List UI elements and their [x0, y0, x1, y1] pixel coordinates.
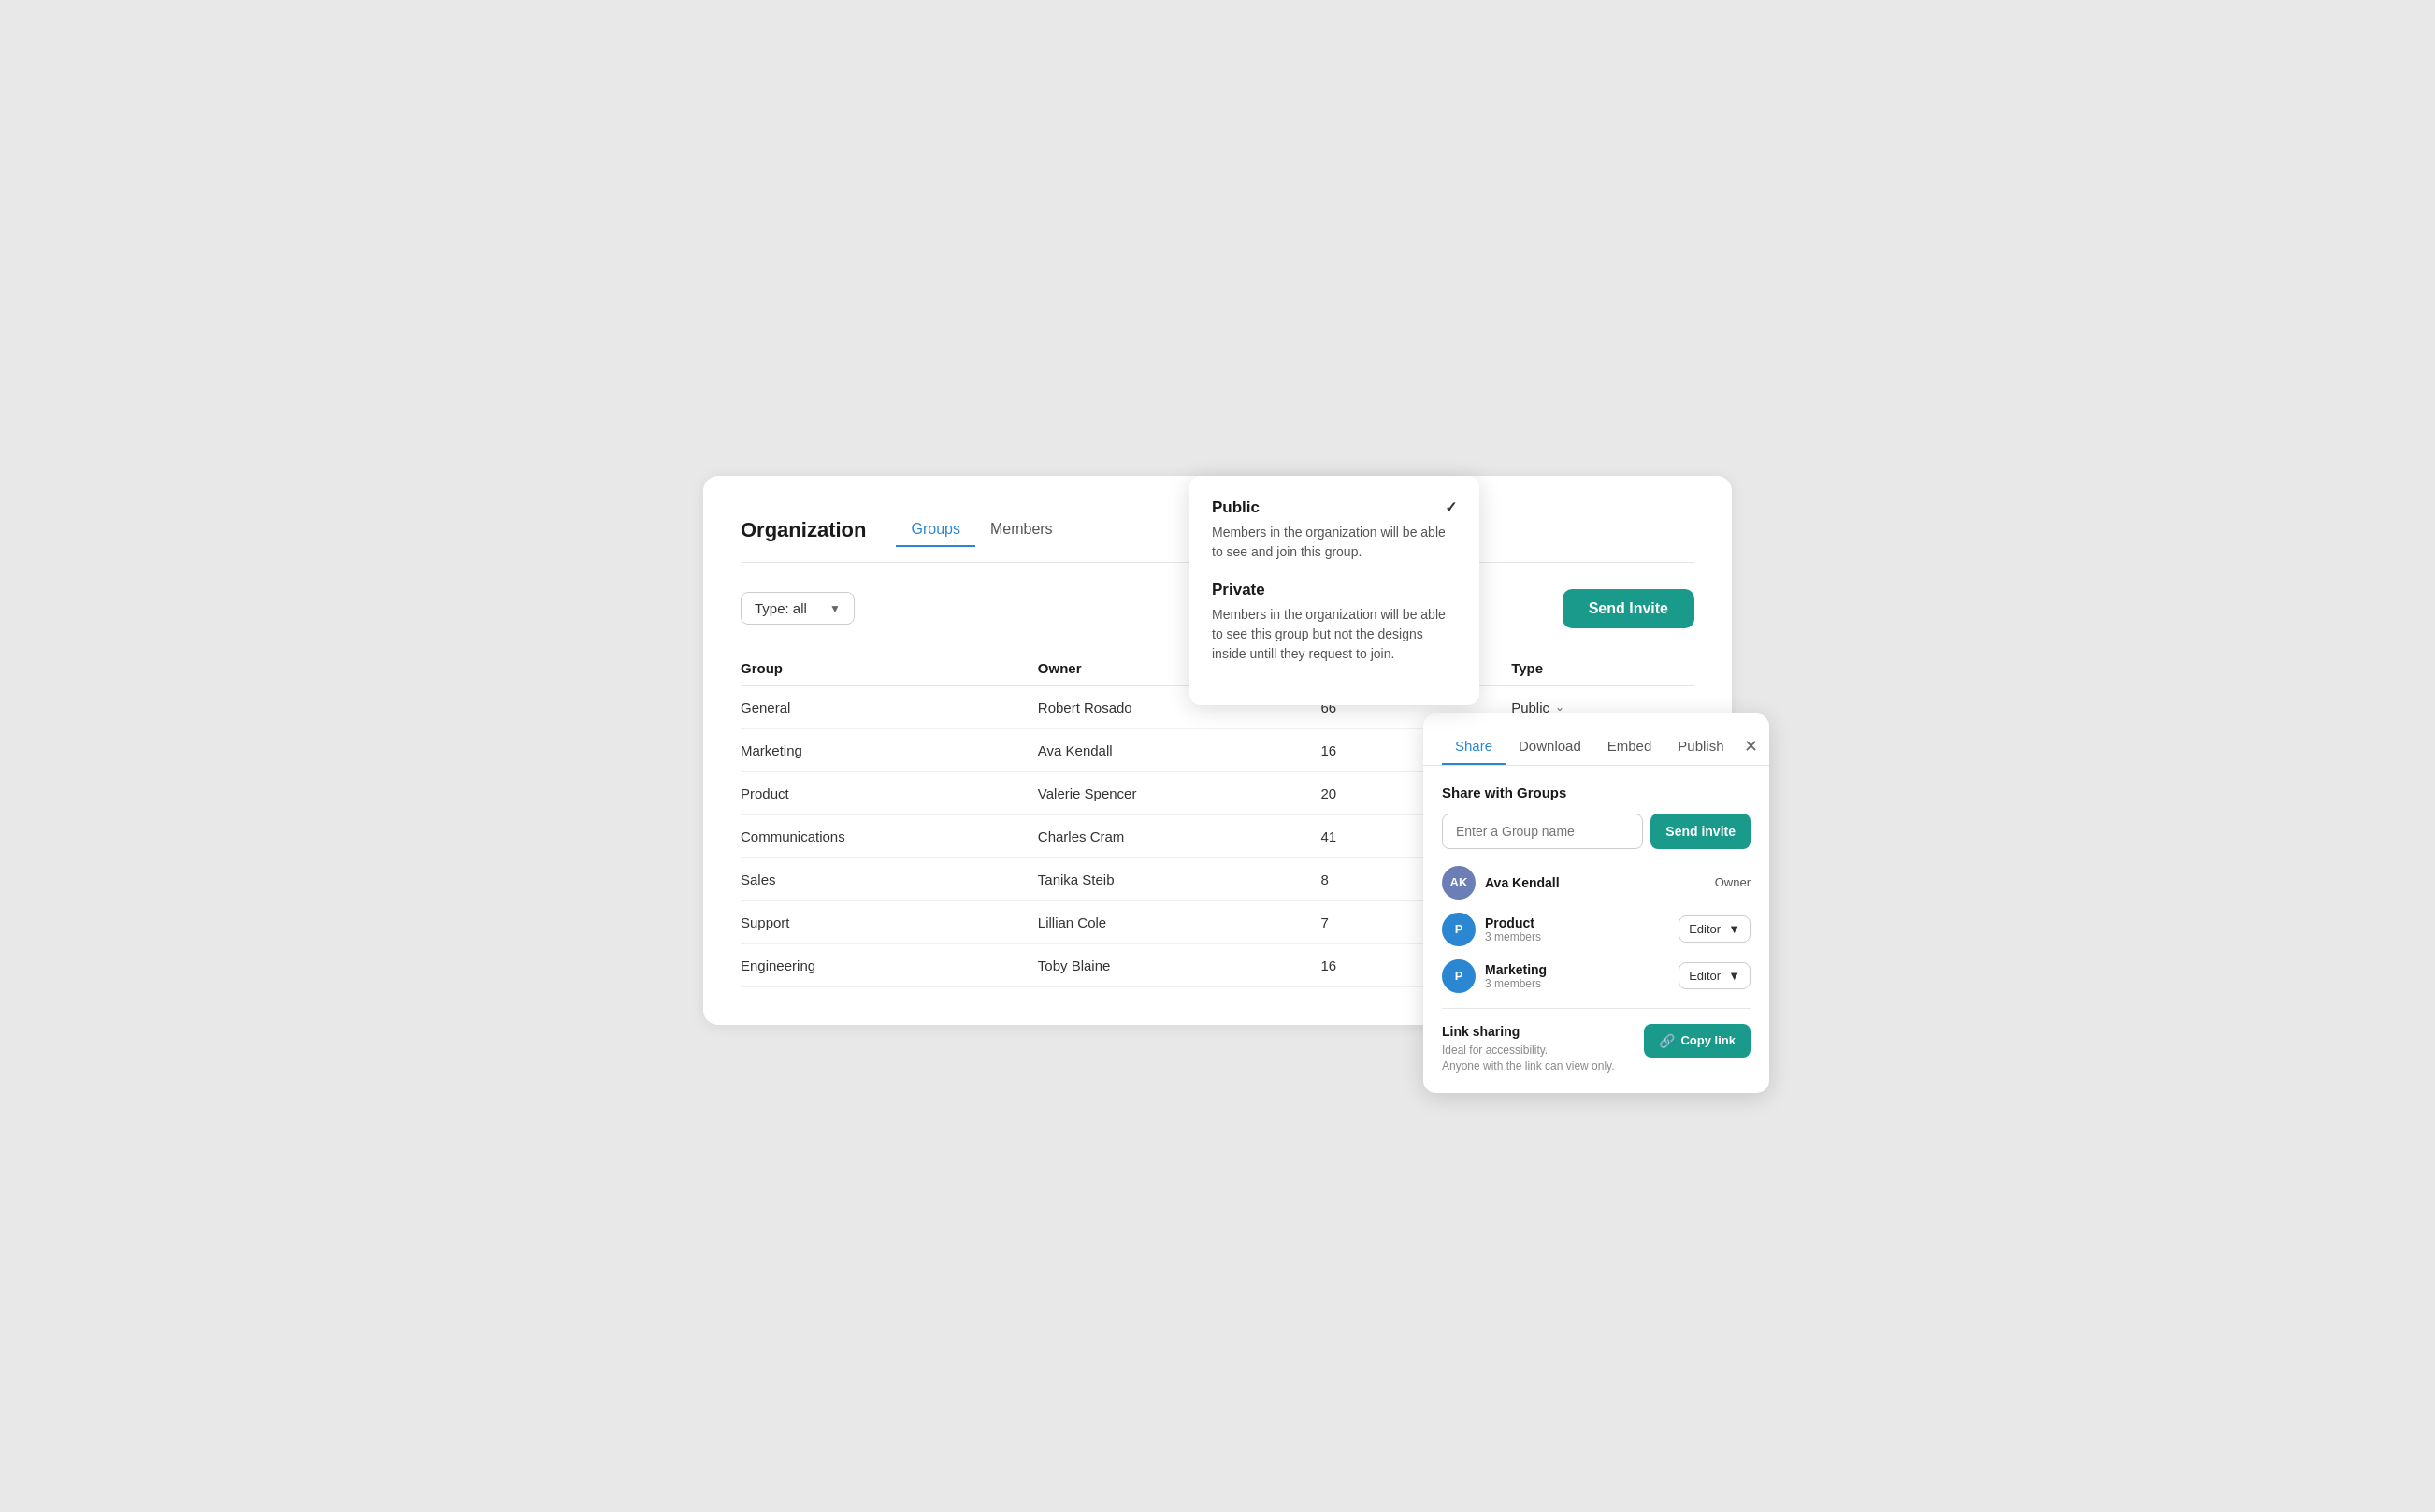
org-title: Organization [741, 518, 866, 542]
private-option[interactable]: Private Members in the organization will… [1212, 581, 1457, 664]
group-name-input[interactable] [1442, 814, 1643, 849]
link-sharing-label: Link sharing [1442, 1024, 1615, 1039]
cell-owner: Charles Cram [1038, 814, 1321, 857]
role-select[interactable]: Editor ▼ [1679, 915, 1751, 943]
tab-groups[interactable]: Groups [896, 513, 974, 547]
member-role: Owner [1715, 875, 1751, 889]
type-label: Public [1511, 699, 1549, 715]
public-option-desc: Members in the organization will be able… [1212, 523, 1457, 562]
link-sharing-desc2: Anyone with the link can view only. [1442, 1058, 1615, 1074]
public-option-title: Public [1212, 498, 1260, 517]
type-filter-select[interactable]: Type: all ▼ [741, 592, 855, 625]
cell-group: Support [741, 900, 1038, 943]
share-body: Share with Groups Send invite AK Ava Ken… [1423, 766, 1769, 1093]
link-sharing-row: Link sharing Ideal for accessibility. An… [1442, 1024, 1751, 1074]
member-info: Product 3 members [1485, 915, 1669, 943]
share-panel: Share Download Embed Publish ✕ Share wit… [1423, 713, 1769, 1093]
share-member-row: P Marketing 3 members Editor ▼ [1442, 959, 1751, 993]
col-type: Type [1511, 651, 1694, 686]
member-info: Ava Kendall [1485, 875, 1706, 890]
cell-group: Communications [741, 814, 1038, 857]
role-label: Editor [1689, 969, 1721, 983]
link-sharing-info: Link sharing Ideal for accessibility. An… [1442, 1024, 1615, 1074]
member-name: Product [1485, 915, 1669, 930]
cell-group: General [741, 685, 1038, 728]
copy-link-label: Copy link [1680, 1033, 1736, 1047]
chevron-down-icon: ▼ [1728, 969, 1740, 983]
type-filter-label: Type: all [755, 600, 807, 616]
member-name: Marketing [1485, 962, 1669, 977]
share-input-row: Send invite [1442, 814, 1751, 849]
role-label: Editor [1689, 922, 1721, 936]
avatar: AK [1442, 866, 1476, 900]
col-group: Group [741, 651, 1038, 686]
cell-group: Marketing [741, 728, 1038, 771]
link-icon: 🔗 [1659, 1033, 1675, 1048]
member-info: Marketing 3 members [1485, 962, 1669, 990]
public-option[interactable]: Public ✓ Members in the organization wil… [1212, 498, 1457, 562]
avatar: P [1442, 959, 1476, 993]
cell-group: Engineering [741, 943, 1038, 986]
share-panel-header: Share Download Embed Publish ✕ [1423, 713, 1769, 766]
send-invite-button[interactable]: Send Invite [1563, 589, 1694, 628]
cell-group: Sales [741, 857, 1038, 900]
share-member-row: AK Ava Kendall Owner [1442, 866, 1751, 900]
tab-members[interactable]: Members [975, 513, 1068, 547]
chevron-down-icon: ▼ [1728, 922, 1740, 936]
cell-owner: Lillian Cole [1038, 900, 1321, 943]
private-option-desc: Members in the organization will be able… [1212, 605, 1457, 664]
share-member-row: P Product 3 members Editor ▼ [1442, 913, 1751, 946]
chevron-down-icon: ▼ [829, 602, 841, 615]
cell-group: Product [741, 771, 1038, 814]
member-sub: 3 members [1485, 977, 1669, 990]
cell-owner: Tanika Steib [1038, 857, 1321, 900]
share-tab-publish[interactable]: Publish [1664, 728, 1736, 765]
page-wrapper: Public ✓ Members in the organization wil… [703, 476, 1732, 1037]
share-tab-download[interactable]: Download [1506, 728, 1594, 765]
check-icon: ✓ [1445, 498, 1457, 516]
close-button[interactable]: ✕ [1736, 732, 1765, 760]
member-name: Ava Kendall [1485, 875, 1706, 890]
divider [1442, 1008, 1751, 1009]
type-dropdown: Public ✓ Members in the organization wil… [1189, 476, 1479, 705]
cell-owner: Ava Kendall [1038, 728, 1321, 771]
avatar: P [1442, 913, 1476, 946]
member-sub: 3 members [1485, 930, 1669, 943]
cell-owner: Valerie Spencer [1038, 771, 1321, 814]
org-tabs: Groups Members [896, 513, 1067, 547]
cell-owner: Toby Blaine [1038, 943, 1321, 986]
private-option-title: Private [1212, 581, 1265, 599]
role-select[interactable]: Editor ▼ [1679, 962, 1751, 989]
send-invite-button[interactable]: Send invite [1650, 814, 1751, 849]
copy-link-button[interactable]: 🔗 Copy link [1644, 1024, 1751, 1058]
chevron-down-icon[interactable]: ⌄ [1555, 700, 1564, 713]
share-tab-embed[interactable]: Embed [1594, 728, 1665, 765]
link-sharing-desc1: Ideal for accessibility. [1442, 1043, 1615, 1058]
share-section-title: Share with Groups [1442, 785, 1751, 800]
share-tab-share[interactable]: Share [1442, 728, 1506, 765]
